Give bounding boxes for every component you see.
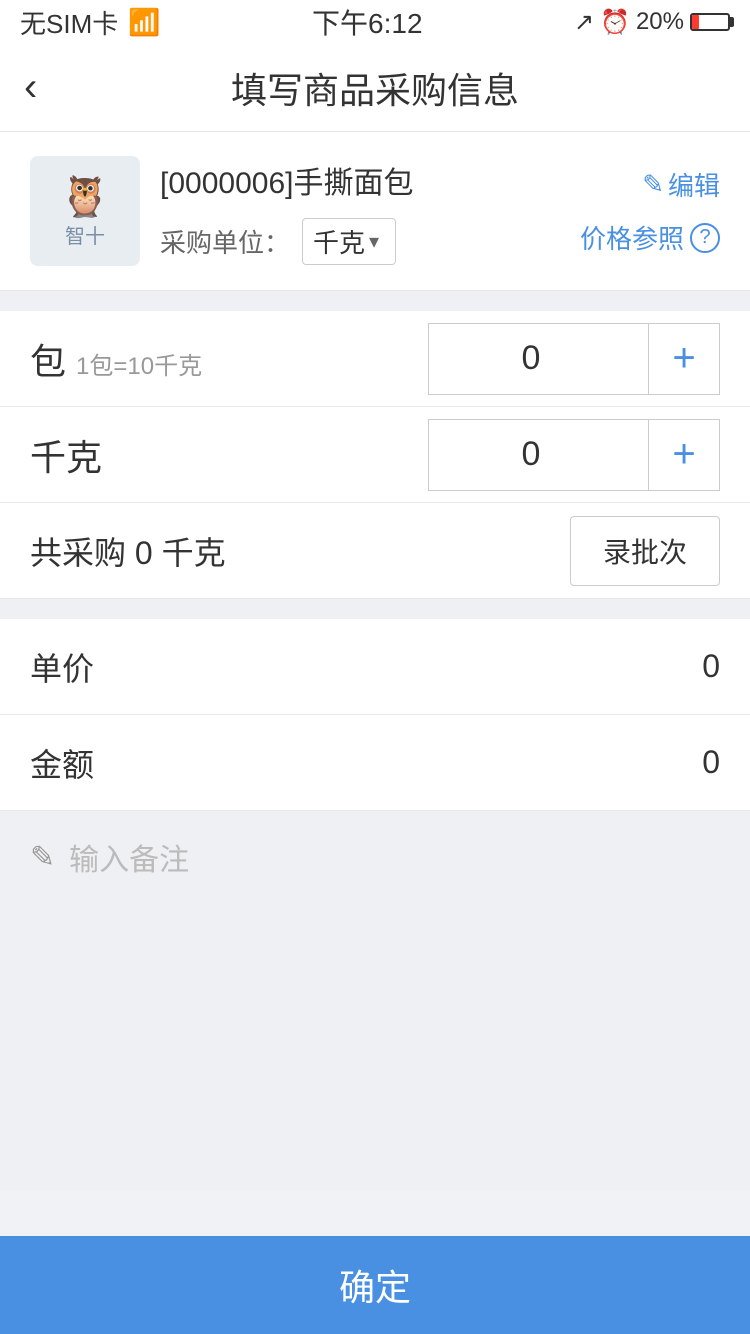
amount-value: 0 [702, 744, 720, 781]
kg-row: 千克 + [0, 407, 750, 503]
battery-percent: 20% [636, 8, 684, 36]
section-divider-1 [0, 291, 750, 311]
price-ref-button[interactable]: 价格参照 ? [580, 219, 720, 256]
back-button[interactable]: ‹ [24, 65, 37, 110]
status-right: ↗ ⏰ 20% [574, 8, 730, 37]
help-icon: ? [690, 223, 720, 253]
remark-input-row: ✎ 输入备注 [30, 835, 720, 879]
total-row: 共采购 0 千克 录批次 [0, 503, 750, 599]
bao-row: 包 1包=10千克 + [0, 311, 750, 407]
carrier-text: 无SIM卡 [20, 4, 118, 41]
kg-label-group: 千克 [30, 429, 102, 481]
form-section: 包 1包=10千克 + 千克 + 共采购 0 千克 录批次 [0, 311, 750, 599]
brand-text: 智十 [65, 220, 105, 249]
remark-placeholder: 输入备注 [69, 835, 189, 879]
unit-label: 采购单位： [160, 223, 290, 260]
alarm-icon: ⏰ [600, 8, 630, 37]
bao-input[interactable] [428, 323, 648, 395]
kg-input-group: + [428, 419, 720, 491]
battery-icon [690, 13, 730, 31]
wifi-icon: 📶 [128, 7, 160, 38]
page-title: 填写商品采购信息 [231, 62, 519, 114]
unit-price-value: 0 [702, 648, 720, 685]
kg-main-label: 千克 [30, 429, 102, 481]
unit-value: 千克 [313, 223, 365, 260]
price-ref-label: 价格参照 [580, 219, 684, 256]
amount-label: 金额 [30, 740, 94, 786]
edit-label: 编辑 [668, 166, 720, 203]
product-image: 🦉 智十 [30, 156, 140, 266]
remark-section[interactable]: ✎ 输入备注 [0, 811, 750, 1191]
bao-main-label: 包 [30, 333, 66, 385]
batch-button[interactable]: 录批次 [570, 516, 720, 586]
product-actions: ✎ 编辑 价格参照 ? [580, 166, 720, 256]
chevron-down-icon: ▾ [369, 229, 379, 254]
section-divider-2 [0, 599, 750, 619]
bao-label-group: 包 1包=10千克 [30, 333, 202, 385]
unit-price-row: 单价 0 [0, 619, 750, 715]
product-name: [0000006]手撕面包 [160, 158, 560, 202]
kg-plus-button[interactable]: + [648, 419, 720, 491]
owl-icon: 🦉 [60, 173, 110, 220]
unit-price-label: 单价 [30, 644, 94, 690]
edit-button[interactable]: ✎ 编辑 [642, 166, 720, 203]
confirm-button[interactable]: 确定 [0, 1236, 750, 1334]
kg-input[interactable] [428, 419, 648, 491]
product-meta: 采购单位： 千克 ▾ [160, 218, 560, 265]
bao-input-group: + [428, 323, 720, 395]
amount-row: 金额 0 [0, 715, 750, 811]
product-card: 🦉 智十 [0000006]手撕面包 采购单位： 千克 ▾ ✎ 编辑 价格参照 … [0, 132, 750, 291]
location-icon: ↗ [574, 8, 594, 37]
total-text: 共采购 0 千克 [30, 528, 226, 574]
pencil-icon: ✎ [30, 840, 55, 875]
status-time: 下午6:12 [312, 2, 423, 42]
status-left: 无SIM卡 📶 [20, 4, 161, 41]
bao-sub-label: 1包=10千克 [76, 346, 202, 381]
unit-dropdown[interactable]: 千克 ▾ [302, 218, 396, 265]
price-section: 单价 0 金额 0 [0, 619, 750, 811]
product-info: [0000006]手撕面包 采购单位： 千克 ▾ [160, 158, 560, 265]
bao-plus-button[interactable]: + [648, 323, 720, 395]
status-bar: 无SIM卡 📶 下午6:12 ↗ ⏰ 20% [0, 0, 750, 44]
edit-icon: ✎ [642, 169, 664, 200]
page-header: ‹ 填写商品采购信息 [0, 44, 750, 132]
